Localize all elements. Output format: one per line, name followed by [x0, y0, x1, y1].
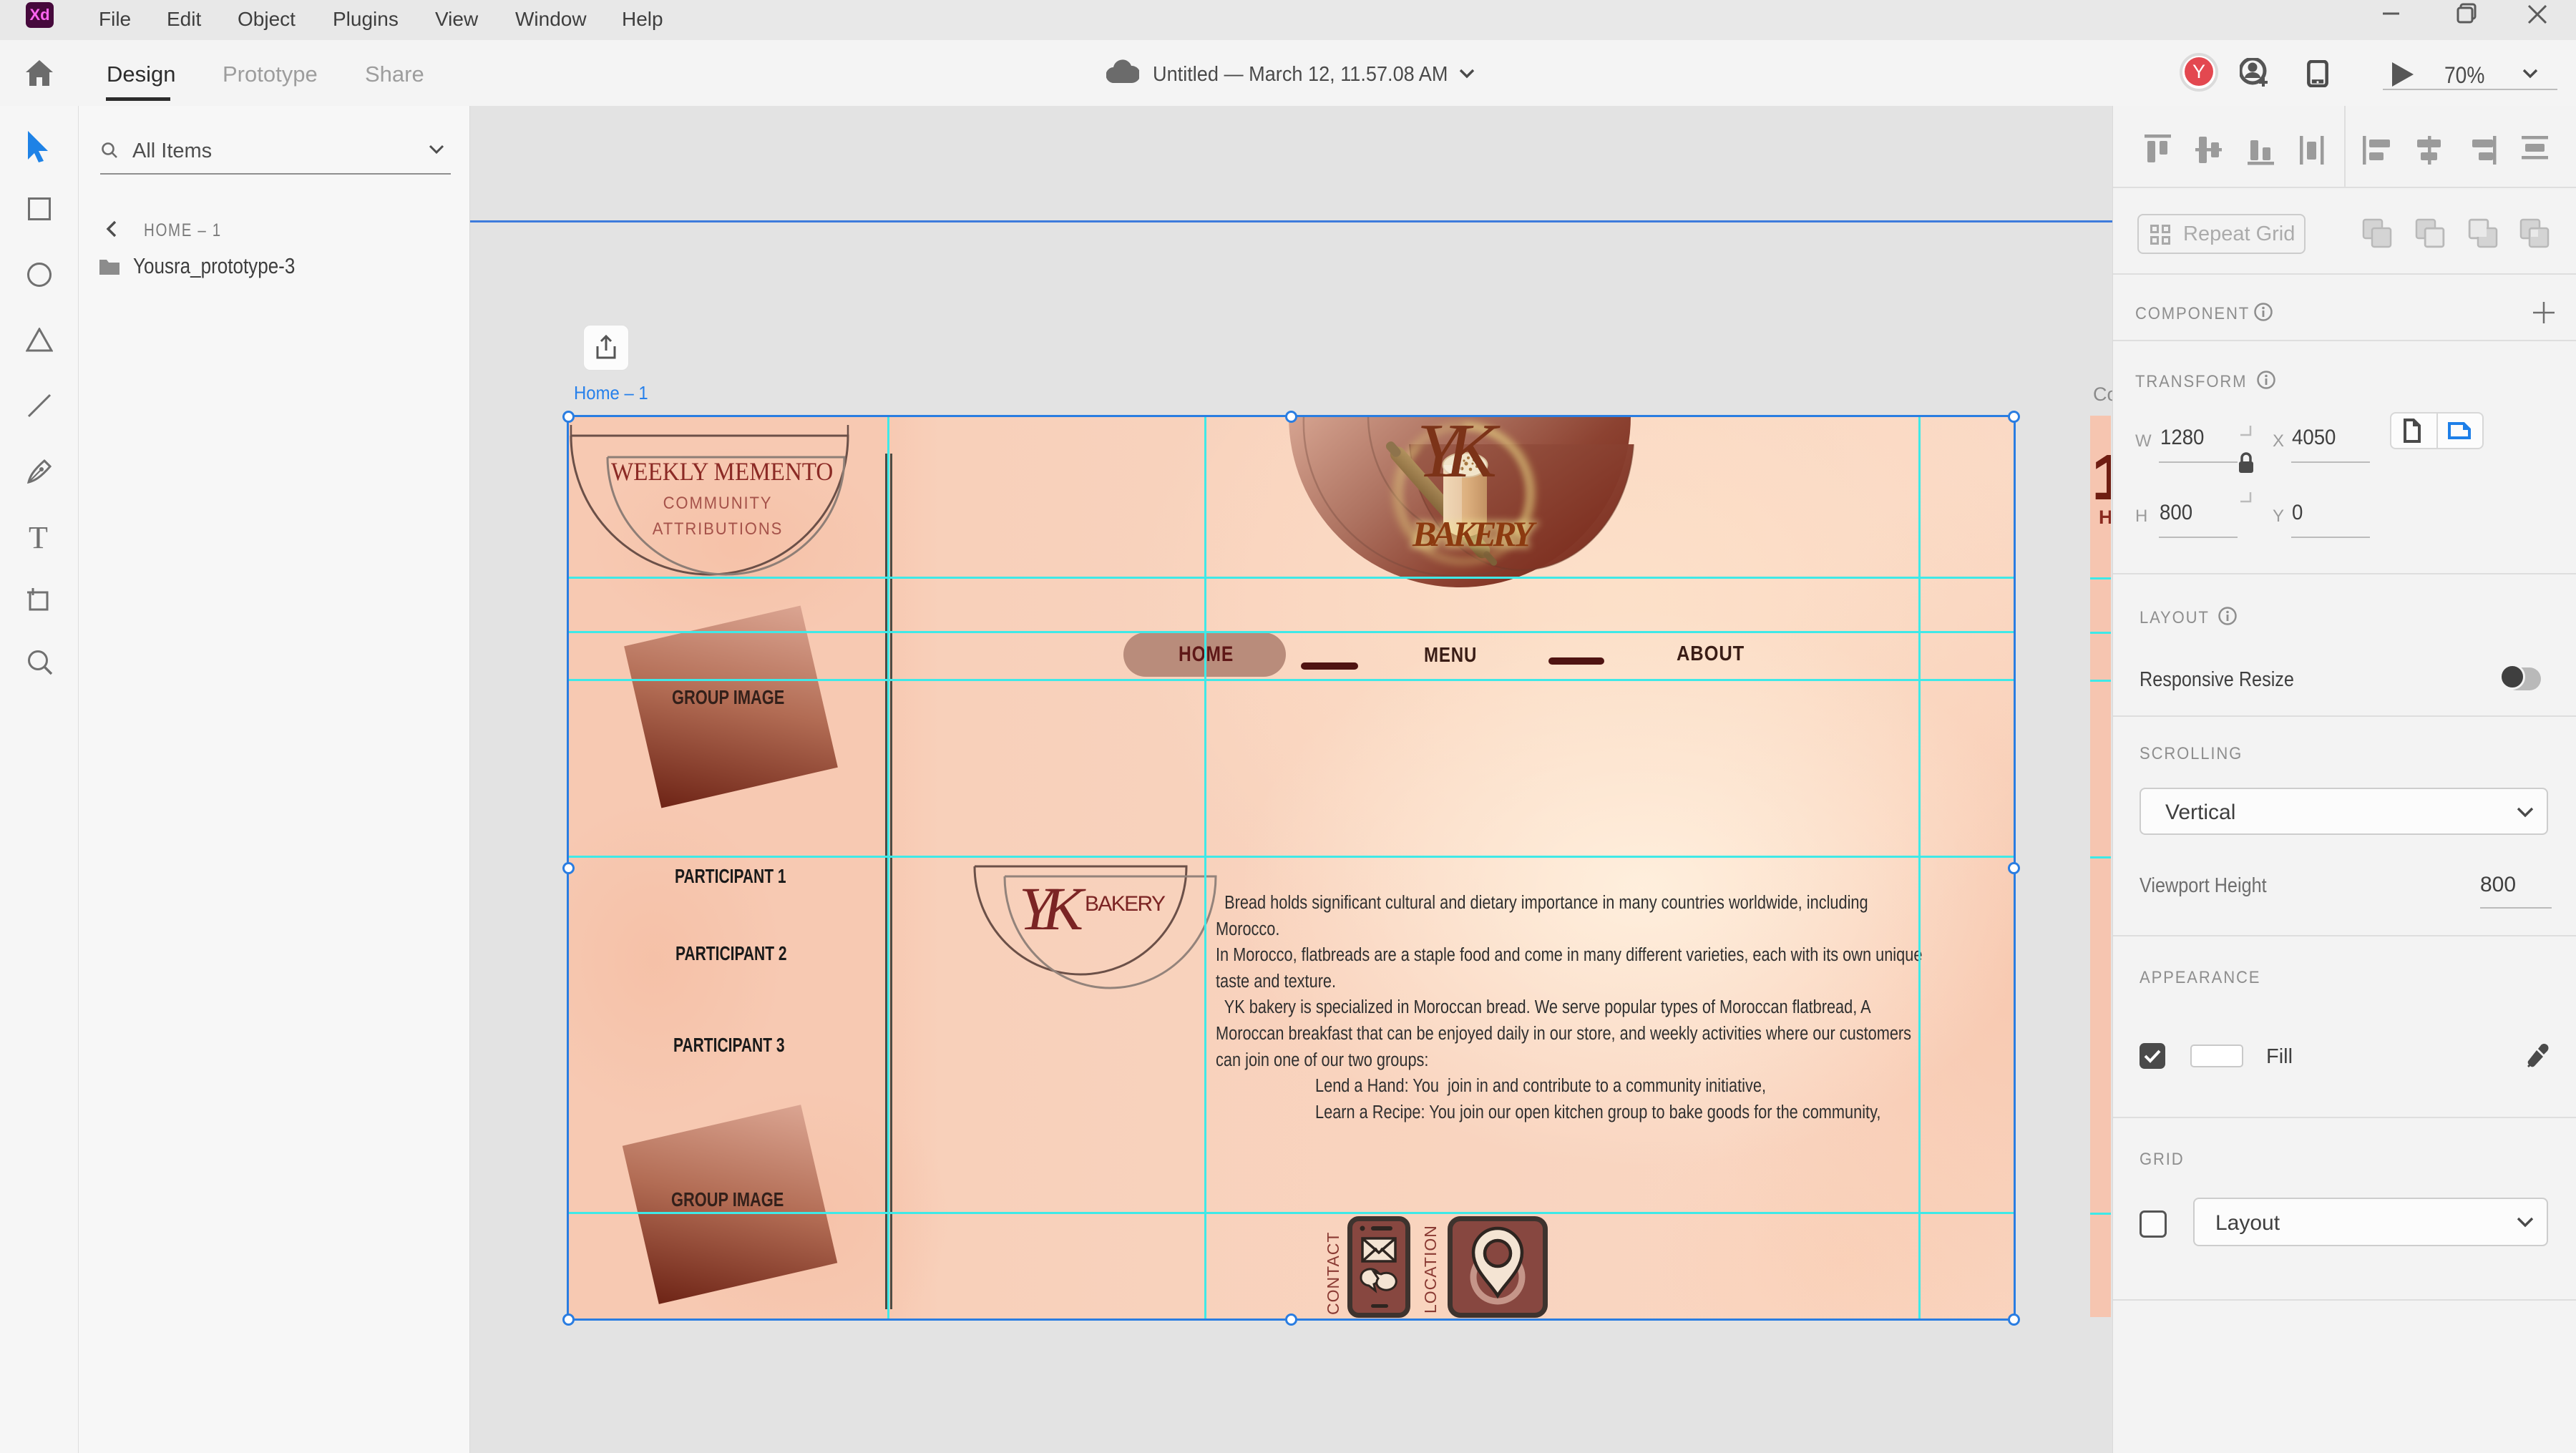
- svg-text:BAKERY: BAKERY: [1085, 892, 1168, 916]
- svg-text:BAKERY: BAKERY: [1412, 514, 1537, 554]
- svg-text:YK: YK: [1417, 416, 1501, 494]
- svg-text:YK: YK: [1019, 874, 1087, 943]
